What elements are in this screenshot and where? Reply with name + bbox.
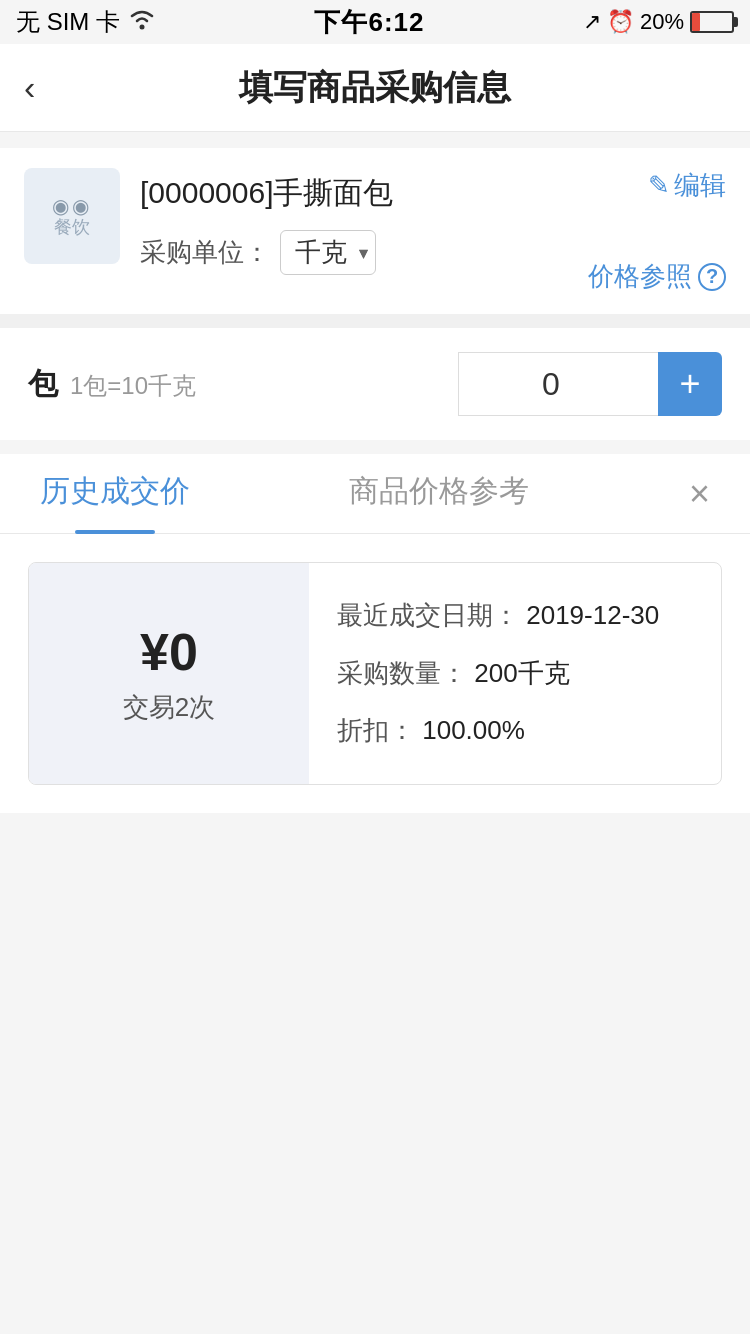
owl-logo: ◉◉ 餐饮 xyxy=(52,196,92,236)
recent-date-label: 最近成交日期： xyxy=(337,600,519,630)
nav-header: ‹ 填写商品采购信息 xyxy=(0,44,750,132)
purchase-qty-label: 采购数量： xyxy=(337,658,467,688)
owl-eyes-icon: ◉◉ xyxy=(52,196,92,216)
qty-conversion-note: 1包=10千克 xyxy=(70,370,196,402)
edit-button[interactable]: ✎ 编辑 xyxy=(648,168,726,203)
product-name: [0000006]手撕面包 xyxy=(140,172,393,214)
owl-brand-label: 餐饮 xyxy=(54,218,90,236)
location-icon: ↗ xyxy=(583,9,601,35)
product-thumbnail: ◉◉ 餐饮 xyxy=(24,168,120,264)
status-left: 无 SIM 卡 xyxy=(16,6,156,38)
back-button[interactable]: ‹ xyxy=(24,68,35,107)
product-info: [0000006]手撕面包 采购单位： 千克 ▾ xyxy=(140,168,393,275)
page-title: 填写商品采购信息 xyxy=(239,65,511,111)
tab-product-price-ref[interactable]: 商品价格参考 xyxy=(349,454,529,534)
history-price: ¥0 xyxy=(140,622,198,682)
tab-history-price[interactable]: 历史成交价 xyxy=(40,454,190,534)
status-right: ↗ ⏰ 20% xyxy=(583,9,734,35)
discount-row: 折扣： 100.00% xyxy=(337,710,693,752)
history-trades: 交易2次 xyxy=(123,690,215,725)
quantity-row: 包 1包=10千克 + xyxy=(0,328,750,440)
tab-header: 历史成交价 商品价格参考 × xyxy=(0,454,750,534)
discount-label: 折扣： xyxy=(337,715,415,745)
purchase-qty-row: 采购数量： 200千克 xyxy=(337,653,693,695)
price-ref-area: 价格参照 ? xyxy=(588,259,726,294)
history-left-panel: ¥0 交易2次 xyxy=(29,563,309,784)
history-right-panel: 最近成交日期： 2019-12-30 采购数量： 200千克 折扣： 100.0… xyxy=(309,563,721,784)
battery-percent: 20% xyxy=(640,9,684,35)
tab-close-button[interactable]: × xyxy=(689,476,710,512)
product-unit-row: 采购单位： 千克 ▾ xyxy=(140,230,393,275)
quantity-left: 包 1包=10千克 xyxy=(28,364,196,405)
qty-controls: + xyxy=(458,352,722,416)
unit-label: 采购单位： xyxy=(140,235,270,270)
tab-section: 历史成交价 商品价格参考 × ¥0 交易2次 最近成交日期： 2019-12-3… xyxy=(0,454,750,813)
edit-icon: ✎ xyxy=(648,170,670,201)
unit-select-wrap[interactable]: 千克 ▾ xyxy=(280,230,376,275)
history-content: ¥0 交易2次 最近成交日期： 2019-12-30 采购数量： 200千克 折… xyxy=(0,534,750,813)
quantity-plus-button[interactable]: + xyxy=(658,352,722,416)
no-sim-text: 无 SIM 卡 xyxy=(16,6,120,38)
recent-date-row: 最近成交日期： 2019-12-30 xyxy=(337,595,693,637)
purchase-qty-value: 200千克 xyxy=(474,658,569,688)
battery-icon xyxy=(690,11,734,33)
help-icon: ? xyxy=(698,263,726,291)
status-bar: 无 SIM 卡 下午6:12 ↗ ⏰ 20% xyxy=(0,0,750,44)
price-ref-label: 价格参照 xyxy=(588,259,692,294)
product-top-row: ◉◉ 餐饮 [0000006]手撕面包 采购单位： 千克 ▾ ✎ 编辑 xyxy=(24,168,726,294)
product-right-actions: ✎ 编辑 价格参照 ? xyxy=(588,168,726,294)
edit-label: 编辑 xyxy=(674,168,726,203)
product-card: ◉◉ 餐饮 [0000006]手撕面包 采购单位： 千克 ▾ ✎ 编辑 xyxy=(0,148,750,314)
quantity-input[interactable] xyxy=(458,352,658,416)
svg-point-0 xyxy=(140,25,145,30)
status-time: 下午6:12 xyxy=(314,5,424,40)
product-left: ◉◉ 餐饮 [0000006]手撕面包 采购单位： 千克 ▾ xyxy=(24,168,393,275)
discount-value: 100.00% xyxy=(422,715,525,745)
alarm-icon: ⏰ xyxy=(607,9,634,35)
price-ref-button[interactable]: 价格参照 ? xyxy=(588,259,726,294)
qty-unit-label: 包 xyxy=(28,364,58,405)
wifi-icon xyxy=(128,8,156,36)
recent-date-value: 2019-12-30 xyxy=(526,600,659,630)
unit-dropdown-arrow: ▾ xyxy=(359,242,368,264)
history-card: ¥0 交易2次 最近成交日期： 2019-12-30 采购数量： 200千克 折… xyxy=(28,562,722,785)
section-separator xyxy=(0,314,750,328)
